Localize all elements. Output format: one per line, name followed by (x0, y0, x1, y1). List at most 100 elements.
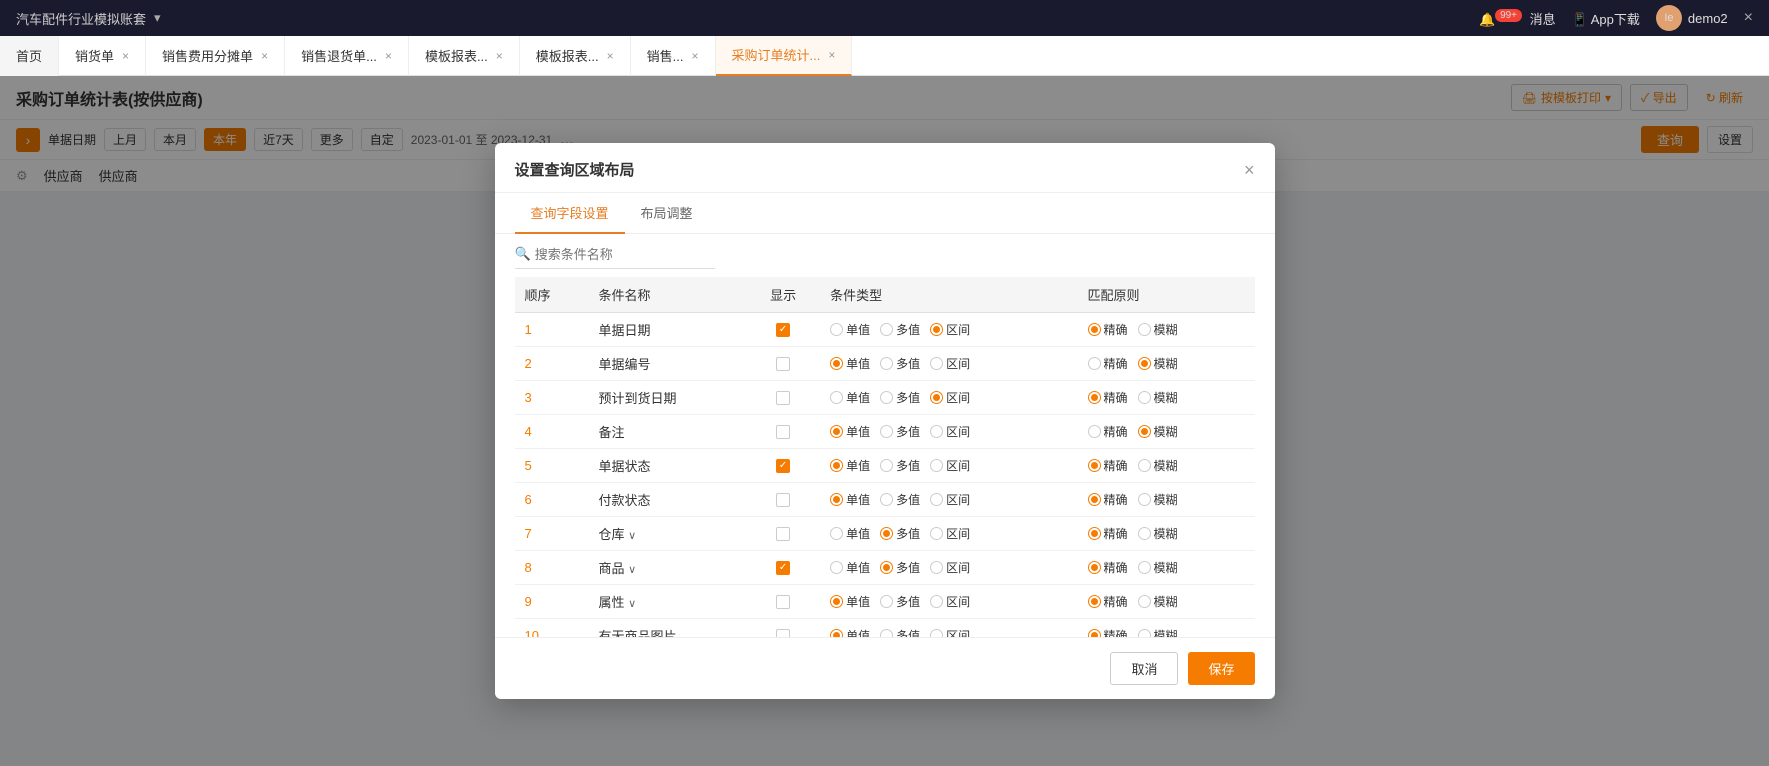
tab-extra1[interactable]: 模板报表... × (409, 36, 520, 76)
radio-type-type_single[interactable]: 单值 (830, 321, 870, 338)
display-checkbox[interactable] (776, 357, 790, 371)
radio-match-match_exact[interactable]: 精确 (1088, 627, 1128, 637)
radio-type-type_multi[interactable]: 多值 (880, 559, 920, 576)
modal-table-wrap: 顺序 条件名称 显示 条件类型 匹配原则 1单据日期单值多值区间精确模糊2单据编… (495, 277, 1275, 637)
tab-extra2-close[interactable]: × (607, 49, 614, 63)
display-checkbox[interactable] (776, 391, 790, 405)
tab-extra2[interactable]: 模板报表... × (520, 36, 631, 76)
user-area[interactable]: Ie demo2 (1656, 5, 1728, 31)
radio-type-type_single[interactable]: 单值 (830, 559, 870, 576)
dropdown-icon[interactable]: ▾ (154, 10, 161, 26)
dropdown-arrow-icon[interactable]: ∨ (628, 598, 636, 610)
radio-type-type_range[interactable]: 区间 (930, 627, 970, 637)
tab-sales[interactable]: 销货单 × (59, 36, 146, 76)
download-btn[interactable]: 📱 App下载 (1572, 9, 1640, 28)
radio-type-type_single[interactable]: 单值 (830, 457, 870, 474)
tab-extra1-close[interactable]: × (496, 49, 503, 63)
radio-type-type_range[interactable]: 区间 (930, 457, 970, 474)
radio-match-match_exact[interactable]: 精确 (1088, 491, 1128, 508)
radio-type-type_single[interactable]: 单值 (830, 389, 870, 406)
radio-type-type_single[interactable]: 单值 (830, 355, 870, 372)
display-checkbox[interactable] (776, 493, 790, 507)
cell-match: 精确模糊 (1078, 585, 1255, 619)
display-checkbox[interactable] (776, 425, 790, 439)
cell-seq: 6 (515, 483, 589, 517)
radio-match-match_exact[interactable]: 精确 (1088, 321, 1128, 338)
radio-type-type_single[interactable]: 单值 (830, 423, 870, 440)
radio-type-type_multi[interactable]: 多值 (880, 593, 920, 610)
radio-match-match_exact[interactable]: 精确 (1088, 423, 1128, 440)
radio-type-type_multi[interactable]: 多值 (880, 321, 920, 338)
radio-match-match_exact[interactable]: 精确 (1088, 559, 1128, 576)
modal-table: 顺序 条件名称 显示 条件类型 匹配原则 1单据日期单值多值区间精确模糊2单据编… (515, 277, 1255, 637)
radio-type-type_range[interactable]: 区间 (930, 389, 970, 406)
tab-extra3[interactable]: 销售... × (631, 36, 716, 76)
radio-match-match_fuzzy[interactable]: 模糊 (1138, 457, 1178, 474)
search-input[interactable] (535, 247, 695, 262)
radio-label: 单值 (846, 423, 870, 440)
display-checkbox[interactable] (776, 595, 790, 609)
radio-type-type_range[interactable]: 区间 (930, 559, 970, 576)
dropdown-arrow-icon[interactable]: ∨ (628, 530, 636, 542)
cell-type: 单值多值区间 (820, 483, 1077, 517)
tab-purchase-stat[interactable]: 采购订单统计... × (716, 36, 853, 76)
radio-type-type_multi[interactable]: 多值 (880, 355, 920, 372)
display-checkbox[interactable] (776, 561, 790, 575)
radio-match-match_fuzzy[interactable]: 模糊 (1138, 559, 1178, 576)
radio-match-match_exact[interactable]: 精确 (1088, 389, 1128, 406)
modal-tab-field-settings[interactable]: 查询字段设置 (515, 193, 625, 234)
radio-type-type_single[interactable]: 单值 (830, 627, 870, 637)
radio-match-match_fuzzy[interactable]: 模糊 (1138, 593, 1178, 610)
cancel-btn[interactable]: 取消 (1110, 652, 1178, 685)
messages-btn[interactable]: 🔔 99+ 消息 (1479, 9, 1555, 28)
radio-type-type_range[interactable]: 区间 (930, 593, 970, 610)
tab-purchase-stat-close[interactable]: × (828, 48, 835, 62)
radio-type-type_range[interactable]: 区间 (930, 321, 970, 338)
dropdown-arrow-icon[interactable]: ∨ (628, 564, 636, 576)
radio-type-type_range[interactable]: 区间 (930, 525, 970, 542)
radio-label: 多值 (896, 525, 920, 542)
tab-sales-return[interactable]: 销售退货单... × (285, 36, 409, 76)
tab-home[interactable]: 首页 (0, 36, 59, 76)
radio-match-match_exact[interactable]: 精确 (1088, 457, 1128, 474)
table-row: 10有无商品图片单值多值区间精确模糊 (515, 619, 1255, 638)
display-checkbox[interactable] (776, 459, 790, 473)
display-checkbox[interactable] (776, 629, 790, 638)
radio-type-type_single[interactable]: 单值 (830, 593, 870, 610)
radio-match-match_fuzzy[interactable]: 模糊 (1138, 525, 1178, 542)
radio-type-type_single[interactable]: 单值 (830, 491, 870, 508)
radio-type-type_single[interactable]: 单值 (830, 525, 870, 542)
tab-extra3-close[interactable]: × (692, 49, 699, 63)
modal-overlay: 设置查询区域布局 × 查询字段设置 布局调整 🔍 (0, 76, 1769, 766)
app-name: 汽车配件行业模拟账套 (16, 9, 146, 28)
top-close-btn[interactable]: × (1744, 9, 1753, 27)
display-checkbox[interactable] (776, 323, 790, 337)
radio-type-type_multi[interactable]: 多值 (880, 389, 920, 406)
tab-sales-close[interactable]: × (122, 49, 129, 63)
radio-match-match_fuzzy[interactable]: 模糊 (1138, 423, 1178, 440)
radio-type-type_range[interactable]: 区间 (930, 491, 970, 508)
display-checkbox[interactable] (776, 527, 790, 541)
radio-match-match_fuzzy[interactable]: 模糊 (1138, 321, 1178, 338)
radio-match-match_fuzzy[interactable]: 模糊 (1138, 627, 1178, 637)
radio-match-match_fuzzy[interactable]: 模糊 (1138, 491, 1178, 508)
modal-close-btn[interactable]: × (1244, 161, 1255, 179)
radio-type-type_multi[interactable]: 多值 (880, 457, 920, 474)
radio-type-type_multi[interactable]: 多值 (880, 627, 920, 637)
cell-seq: 2 (515, 347, 589, 381)
radio-match-match_fuzzy[interactable]: 模糊 (1138, 389, 1178, 406)
radio-type-type_range[interactable]: 区间 (930, 423, 970, 440)
radio-type-type_multi[interactable]: 多值 (880, 491, 920, 508)
tab-sales-return-close[interactable]: × (385, 49, 392, 63)
tab-sales-expense-close[interactable]: × (261, 49, 268, 63)
radio-match-match_exact[interactable]: 精确 (1088, 355, 1128, 372)
radio-type-type_multi[interactable]: 多值 (880, 525, 920, 542)
radio-match-match_fuzzy[interactable]: 模糊 (1138, 355, 1178, 372)
radio-type-type_range[interactable]: 区间 (930, 355, 970, 372)
radio-match-match_exact[interactable]: 精确 (1088, 525, 1128, 542)
save-btn[interactable]: 保存 (1188, 652, 1254, 685)
radio-type-type_multi[interactable]: 多值 (880, 423, 920, 440)
modal-tab-layout-adjust[interactable]: 布局调整 (625, 193, 709, 234)
tab-sales-expense[interactable]: 销售费用分摊单 × (146, 36, 285, 76)
radio-match-match_exact[interactable]: 精确 (1088, 593, 1128, 610)
